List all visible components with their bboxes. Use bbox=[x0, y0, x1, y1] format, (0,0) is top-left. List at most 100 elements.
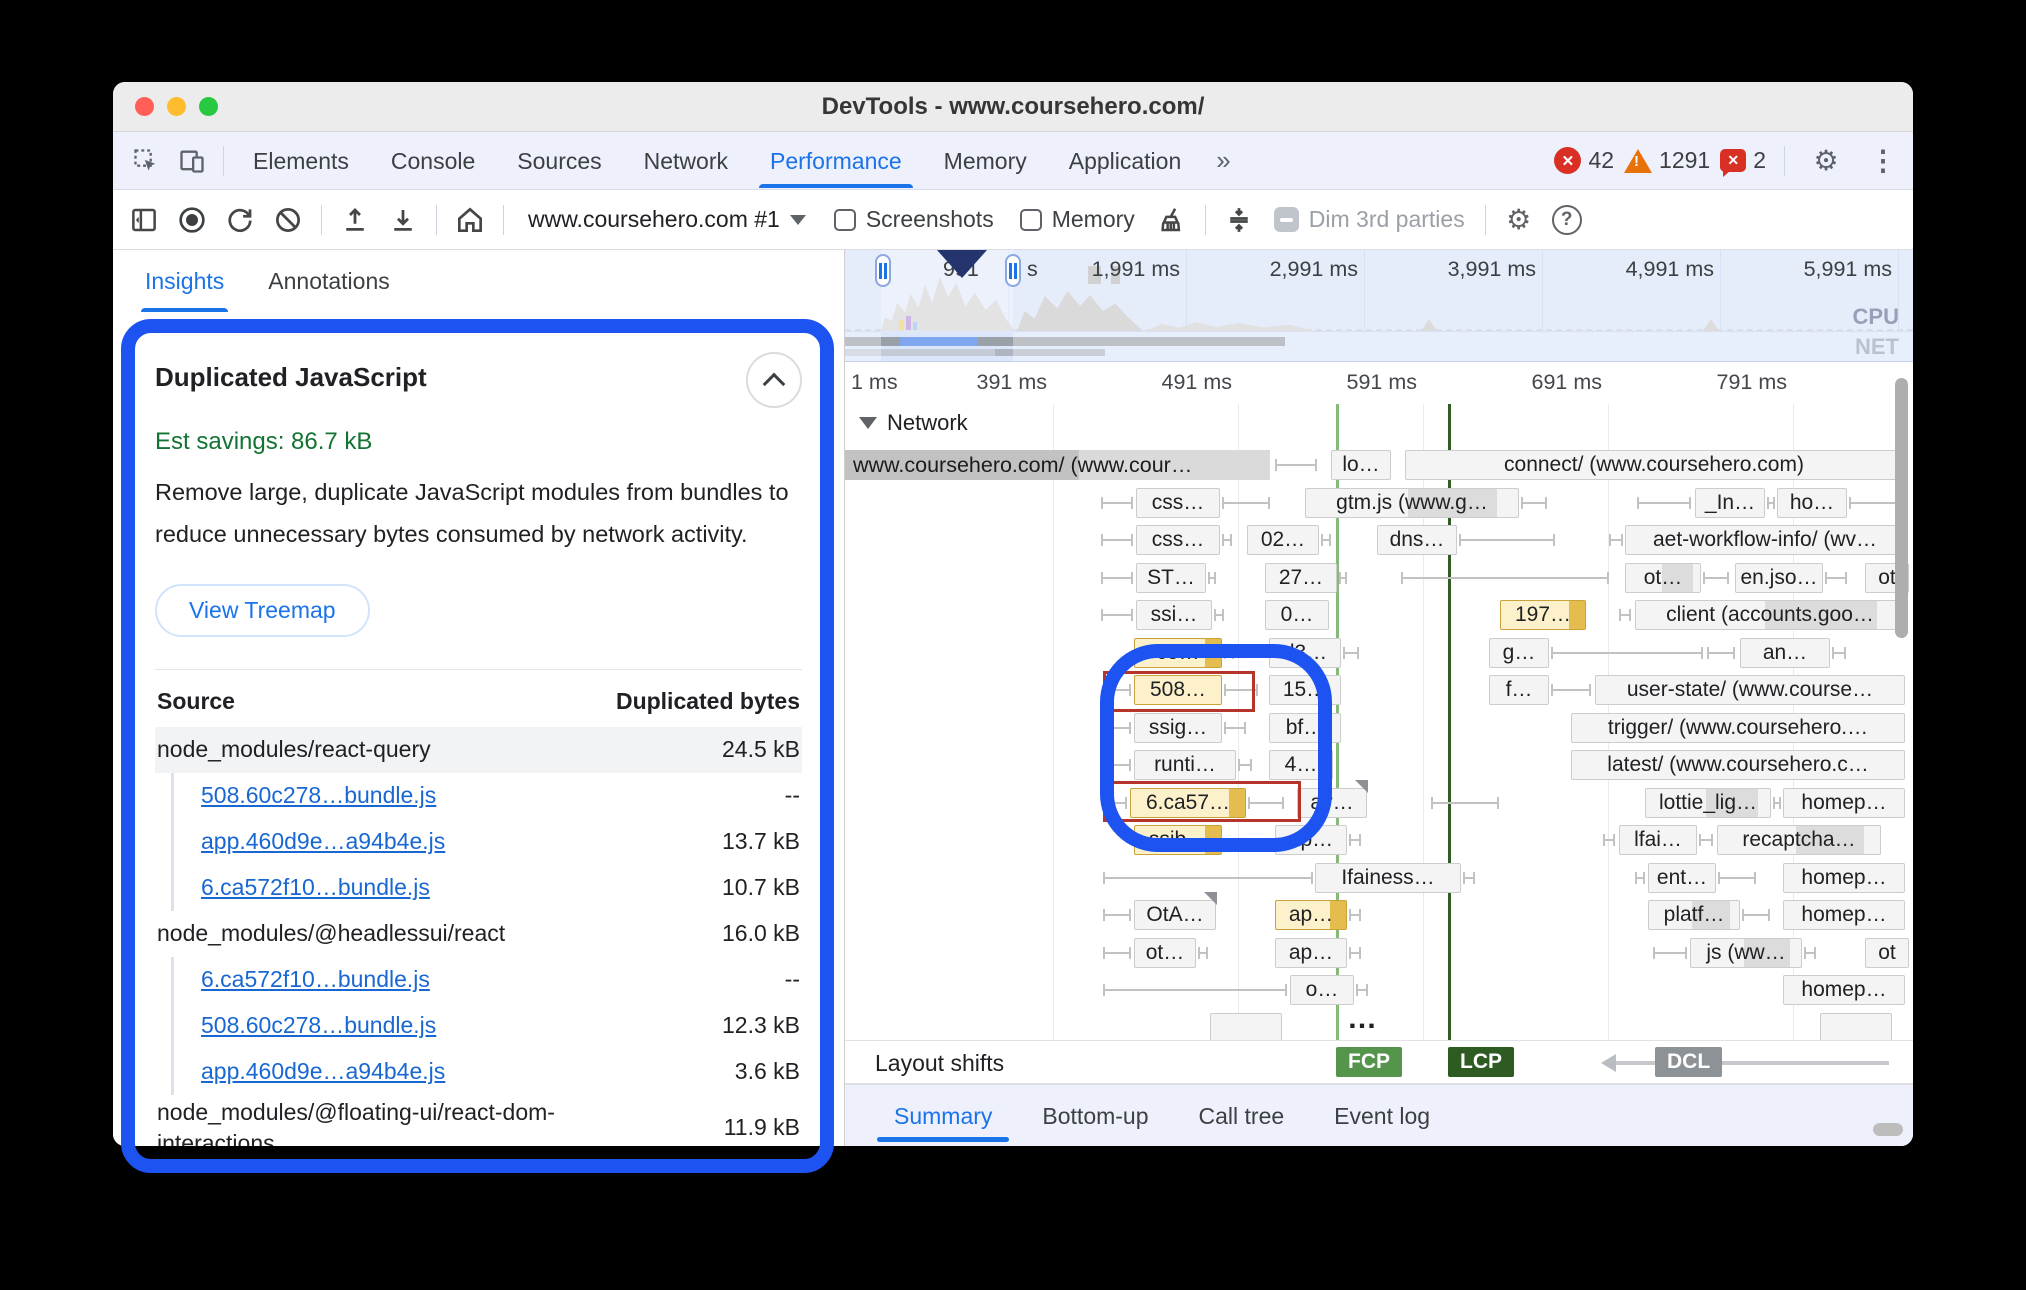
issues-count-badge[interactable]: ✕ 2 bbox=[1720, 147, 1766, 174]
network-request[interactable]: platf… bbox=[1648, 900, 1740, 930]
network-request[interactable]: lottie_lig… bbox=[1645, 788, 1771, 818]
network-request[interactable]: 27… bbox=[1265, 563, 1337, 593]
inspect-element-icon[interactable] bbox=[123, 138, 169, 184]
script-link[interactable]: 6.ca572f10…bundle.js bbox=[201, 872, 430, 903]
network-request[interactable]: latest/ (www.coursehero.c… bbox=[1571, 750, 1905, 780]
network-request[interactable]: co… bbox=[1134, 638, 1222, 668]
tab-application[interactable]: Application bbox=[1048, 134, 1203, 188]
help-icon[interactable]: ? bbox=[1544, 197, 1590, 243]
selection-right-handle[interactable] bbox=[1005, 254, 1021, 287]
tab-elements[interactable]: Elements bbox=[232, 134, 370, 188]
tab-console[interactable]: Console bbox=[370, 134, 496, 188]
network-request[interactable]: o… bbox=[1290, 975, 1354, 1005]
table-row-script[interactable]: app.460d9e…a94b4e.js13.7 kB bbox=[155, 819, 802, 865]
network-request[interactable]: user-state/ (www.course… bbox=[1595, 675, 1905, 705]
network-request[interactable]: homep… bbox=[1783, 788, 1905, 818]
network-request[interactable]: ot… bbox=[1134, 938, 1196, 968]
script-link[interactable]: 508.60c278…bundle.js bbox=[201, 1010, 436, 1041]
network-request[interactable]: dns… bbox=[1377, 525, 1457, 555]
clear-icon[interactable] bbox=[265, 197, 311, 243]
warning-count-badge[interactable]: 1291 bbox=[1624, 147, 1710, 174]
tab-sources[interactable]: Sources bbox=[496, 134, 622, 188]
script-link[interactable]: app.460d9e…a94b4e.js bbox=[201, 826, 445, 857]
network-request[interactable]: www.coursehero.com/ (www.cour… bbox=[845, 450, 1270, 480]
network-request[interactable]: f… bbox=[1489, 675, 1549, 705]
network-request[interactable]: ot… bbox=[1625, 563, 1701, 593]
download-profile-icon[interactable] bbox=[380, 197, 426, 243]
table-row-script[interactable]: app.460d9e…a94b4e.js3.6 kB bbox=[155, 1049, 802, 1095]
network-request[interactable]: homep… bbox=[1783, 900, 1905, 930]
network-request[interactable]: ap… bbox=[1275, 825, 1347, 855]
network-request[interactable]: trigger/ (www.coursehero.… bbox=[1571, 713, 1905, 743]
network-request[interactable]: an… bbox=[1740, 638, 1830, 668]
network-request[interactable]: _In… bbox=[1695, 488, 1765, 518]
network-request[interactable]: 197… bbox=[1500, 600, 1586, 630]
upload-profile-icon[interactable] bbox=[332, 197, 378, 243]
record-icon[interactable] bbox=[169, 197, 215, 243]
bottom-tab-bottom-up[interactable]: Bottom-up bbox=[1017, 1086, 1173, 1146]
overflow-ellipsis[interactable]: … bbox=[1347, 1002, 1379, 1036]
network-request[interactable]: Ifainess… bbox=[1315, 863, 1461, 893]
kebab-menu-icon[interactable]: ⋮ bbox=[1859, 144, 1907, 177]
network-request[interactable]: ay… bbox=[1297, 788, 1367, 818]
sidebar-tab-annotations[interactable]: Annotations bbox=[268, 250, 389, 312]
network-request[interactable]: ap… bbox=[1275, 938, 1347, 968]
bottom-tab-call-tree[interactable]: Call tree bbox=[1174, 1086, 1310, 1146]
sidebar-tab-insights[interactable]: Insights bbox=[145, 250, 224, 312]
network-request[interactable]: 508… bbox=[1134, 675, 1222, 705]
dim-3rd-parties-toggle[interactable]: Dim 3rd parties bbox=[1264, 206, 1475, 233]
network-request[interactable]: ent… bbox=[1648, 863, 1716, 893]
bottom-tab-event-log[interactable]: Event log bbox=[1309, 1086, 1455, 1146]
fcp-badge[interactable]: FCP bbox=[1336, 1047, 1402, 1077]
screenshots-checkbox[interactable]: Screenshots bbox=[822, 206, 1006, 233]
table-row-script[interactable]: 6.ca572f10…bundle.js10.7 kB bbox=[155, 865, 802, 911]
network-request[interactable]: lo… bbox=[1331, 450, 1391, 480]
collapse-insight-button[interactable] bbox=[746, 352, 802, 408]
tab-network[interactable]: Network bbox=[623, 134, 749, 188]
settings-gear-icon[interactable]: ⚙ bbox=[1803, 138, 1849, 184]
table-row-script[interactable]: 6.ca572f10…bundle.js-- bbox=[155, 957, 802, 1003]
scrollbar-corner-thumb[interactable] bbox=[1873, 1123, 1903, 1136]
network-request[interactable]: connect/ (www.coursehero.com) bbox=[1405, 450, 1903, 480]
script-link[interactable]: 6.ca572f10…bundle.js bbox=[201, 964, 430, 995]
network-request[interactable]: ot bbox=[1865, 938, 1909, 968]
network-request[interactable]: lfai… bbox=[1619, 825, 1697, 855]
network-request[interactable]: ssib… bbox=[1134, 825, 1222, 855]
bottom-tab-summary[interactable]: Summary bbox=[869, 1086, 1017, 1146]
dcl-badge[interactable]: DCL bbox=[1655, 1047, 1722, 1077]
more-tabs-icon[interactable]: » bbox=[1202, 145, 1242, 176]
network-request[interactable]: css… bbox=[1136, 488, 1220, 518]
network-request[interactable]: gtm.js (www.g… bbox=[1305, 488, 1519, 518]
network-request[interactable]: ho… bbox=[1777, 488, 1847, 518]
network-request[interactable]: ap… bbox=[1275, 900, 1347, 930]
collapse-tracks-icon[interactable] bbox=[1216, 197, 1262, 243]
lcp-badge[interactable]: LCP bbox=[1448, 1047, 1514, 1077]
capture-settings-gear-icon[interactable]: ⚙ bbox=[1496, 197, 1542, 243]
network-request[interactable]: 0… bbox=[1265, 600, 1329, 630]
tab-memory[interactable]: Memory bbox=[923, 134, 1048, 188]
network-request[interactable]: js (ww… bbox=[1690, 938, 1802, 968]
network-track-header[interactable]: Network bbox=[845, 404, 1913, 442]
network-request[interactable]: homep… bbox=[1783, 863, 1905, 893]
network-request[interactable]: recaptcha… bbox=[1717, 825, 1881, 855]
network-request[interactable] bbox=[1820, 1013, 1892, 1041]
network-request[interactable]: 15… bbox=[1269, 675, 1341, 705]
device-toolbar-icon[interactable] bbox=[169, 138, 215, 184]
target-page-select[interactable]: www.coursehero.com #1 bbox=[514, 206, 820, 233]
table-row-script[interactable]: 508.60c278…bundle.js-- bbox=[155, 773, 802, 819]
view-treemap-button[interactable]: View Treemap bbox=[155, 584, 370, 637]
network-request[interactable]: ssig… bbox=[1134, 713, 1222, 743]
network-request[interactable]: en.jso… bbox=[1735, 563, 1823, 593]
network-request[interactable]: OtA… bbox=[1134, 900, 1216, 930]
network-request[interactable]: 6.ca57… bbox=[1130, 788, 1246, 818]
network-request[interactable]: ST… bbox=[1136, 563, 1206, 593]
script-link[interactable]: 508.60c278…bundle.js bbox=[201, 780, 436, 811]
network-request[interactable]: homep… bbox=[1783, 975, 1905, 1005]
toggle-sidebar-icon[interactable] bbox=[121, 197, 167, 243]
network-request[interactable]: 02… bbox=[1247, 525, 1319, 555]
network-request[interactable] bbox=[1210, 1013, 1282, 1041]
network-request[interactable]: d3… bbox=[1269, 638, 1341, 668]
script-link[interactable]: app.460d9e…a94b4e.js bbox=[201, 1056, 445, 1087]
garbage-collect-icon[interactable] bbox=[1149, 197, 1195, 243]
network-request[interactable]: ssi… bbox=[1136, 600, 1212, 630]
